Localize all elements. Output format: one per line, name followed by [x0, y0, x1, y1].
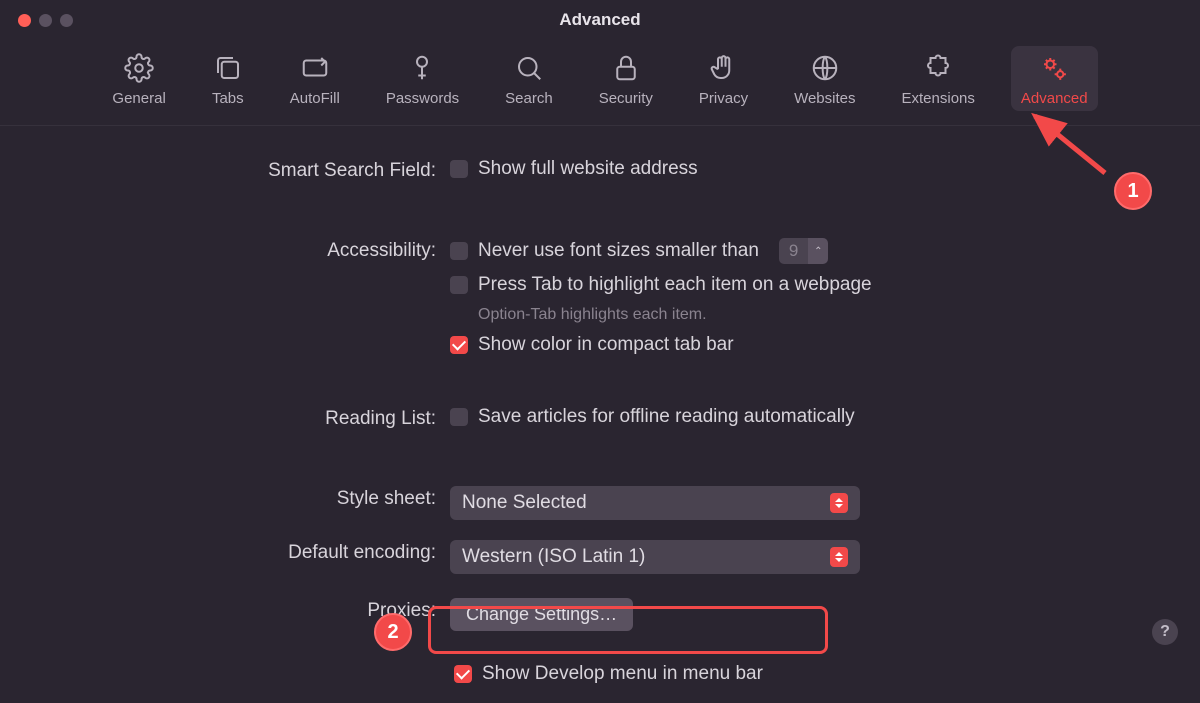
- font-size-value: 9: [779, 238, 808, 264]
- font-size-stepper[interactable]: 9 ⌃: [779, 238, 828, 264]
- tabs-icon: [212, 52, 244, 84]
- tab-search[interactable]: Search: [495, 46, 563, 111]
- tab-label: Passwords: [386, 90, 459, 107]
- show-full-address-label: Show full website address: [478, 158, 698, 180]
- tab-label: Websites: [794, 90, 855, 107]
- default-encoding-select[interactable]: Western (ISO Latin 1): [450, 540, 860, 574]
- tab-advanced[interactable]: Advanced: [1011, 46, 1098, 111]
- tab-general[interactable]: General: [102, 46, 175, 111]
- default-encoding-label: Default encoding:: [50, 540, 450, 564]
- help-button[interactable]: ?: [1152, 619, 1178, 645]
- save-articles-label: Save articles for offline reading automa…: [478, 406, 855, 428]
- show-full-address-checkbox[interactable]: [450, 160, 468, 178]
- tab-extensions[interactable]: Extensions: [892, 46, 985, 111]
- select-arrows-icon: [830, 493, 848, 513]
- never-font-size-checkbox[interactable]: [450, 242, 468, 260]
- globe-icon: [809, 52, 841, 84]
- reading-list-label: Reading List:: [50, 406, 450, 430]
- tab-passwords[interactable]: Passwords: [376, 46, 469, 111]
- show-color-label: Show color in compact tab bar: [478, 334, 734, 356]
- tab-label: Tabs: [212, 90, 244, 107]
- gear-icon: [123, 52, 155, 84]
- press-tab-label: Press Tab to highlight each item on a we…: [478, 274, 872, 296]
- tab-label: Security: [599, 90, 653, 107]
- titlebar: Advanced: [0, 0, 1200, 40]
- smart-search-label: Smart Search Field:: [50, 158, 450, 182]
- select-arrows-icon: [830, 547, 848, 567]
- style-sheet-value: None Selected: [462, 492, 587, 514]
- advanced-pane: Smart Search Field: Show full website ad…: [0, 126, 1200, 703]
- tab-autofill[interactable]: AutoFill: [280, 46, 350, 111]
- tab-label: Search: [505, 90, 553, 107]
- tab-websites[interactable]: Websites: [784, 46, 865, 111]
- save-articles-checkbox[interactable]: [450, 408, 468, 426]
- tab-label: Privacy: [699, 90, 748, 107]
- style-sheet-select[interactable]: None Selected: [450, 486, 860, 520]
- chevron-updown-icon[interactable]: ⌃: [808, 238, 828, 264]
- tab-label: AutoFill: [290, 90, 340, 107]
- pencil-icon: [299, 52, 331, 84]
- search-icon: [513, 52, 545, 84]
- tab-tabs[interactable]: Tabs: [202, 46, 254, 111]
- never-font-size-label: Never use font sizes smaller than: [478, 240, 759, 262]
- change-settings-button[interactable]: Change Settings…: [450, 598, 633, 631]
- tab-label: Advanced: [1021, 90, 1088, 107]
- show-color-checkbox[interactable]: [450, 336, 468, 354]
- key-icon: [406, 52, 438, 84]
- hand-icon: [707, 52, 739, 84]
- press-tab-checkbox[interactable]: [450, 276, 468, 294]
- annotation-callout-1: 1: [1114, 172, 1152, 210]
- tab-privacy[interactable]: Privacy: [689, 46, 758, 111]
- annotation-callout-2: 2: [374, 613, 412, 651]
- puzzle-icon: [922, 52, 954, 84]
- gears-icon: [1038, 52, 1070, 84]
- tab-security[interactable]: Security: [589, 46, 663, 111]
- show-develop-label: Show Develop menu in menu bar: [482, 663, 763, 685]
- preferences-toolbar: General Tabs AutoFill Passwords Search S…: [0, 40, 1200, 126]
- tab-label: General: [112, 90, 165, 107]
- tab-label: Extensions: [902, 90, 975, 107]
- default-encoding-value: Western (ISO Latin 1): [462, 546, 645, 568]
- accessibility-label: Accessibility:: [50, 238, 450, 262]
- show-develop-checkbox[interactable]: [454, 665, 472, 683]
- style-sheet-label: Style sheet:: [50, 486, 450, 510]
- window-title: Advanced: [0, 10, 1200, 30]
- lock-icon: [610, 52, 642, 84]
- option-tab-hint: Option-Tab highlights each item.: [478, 306, 1150, 324]
